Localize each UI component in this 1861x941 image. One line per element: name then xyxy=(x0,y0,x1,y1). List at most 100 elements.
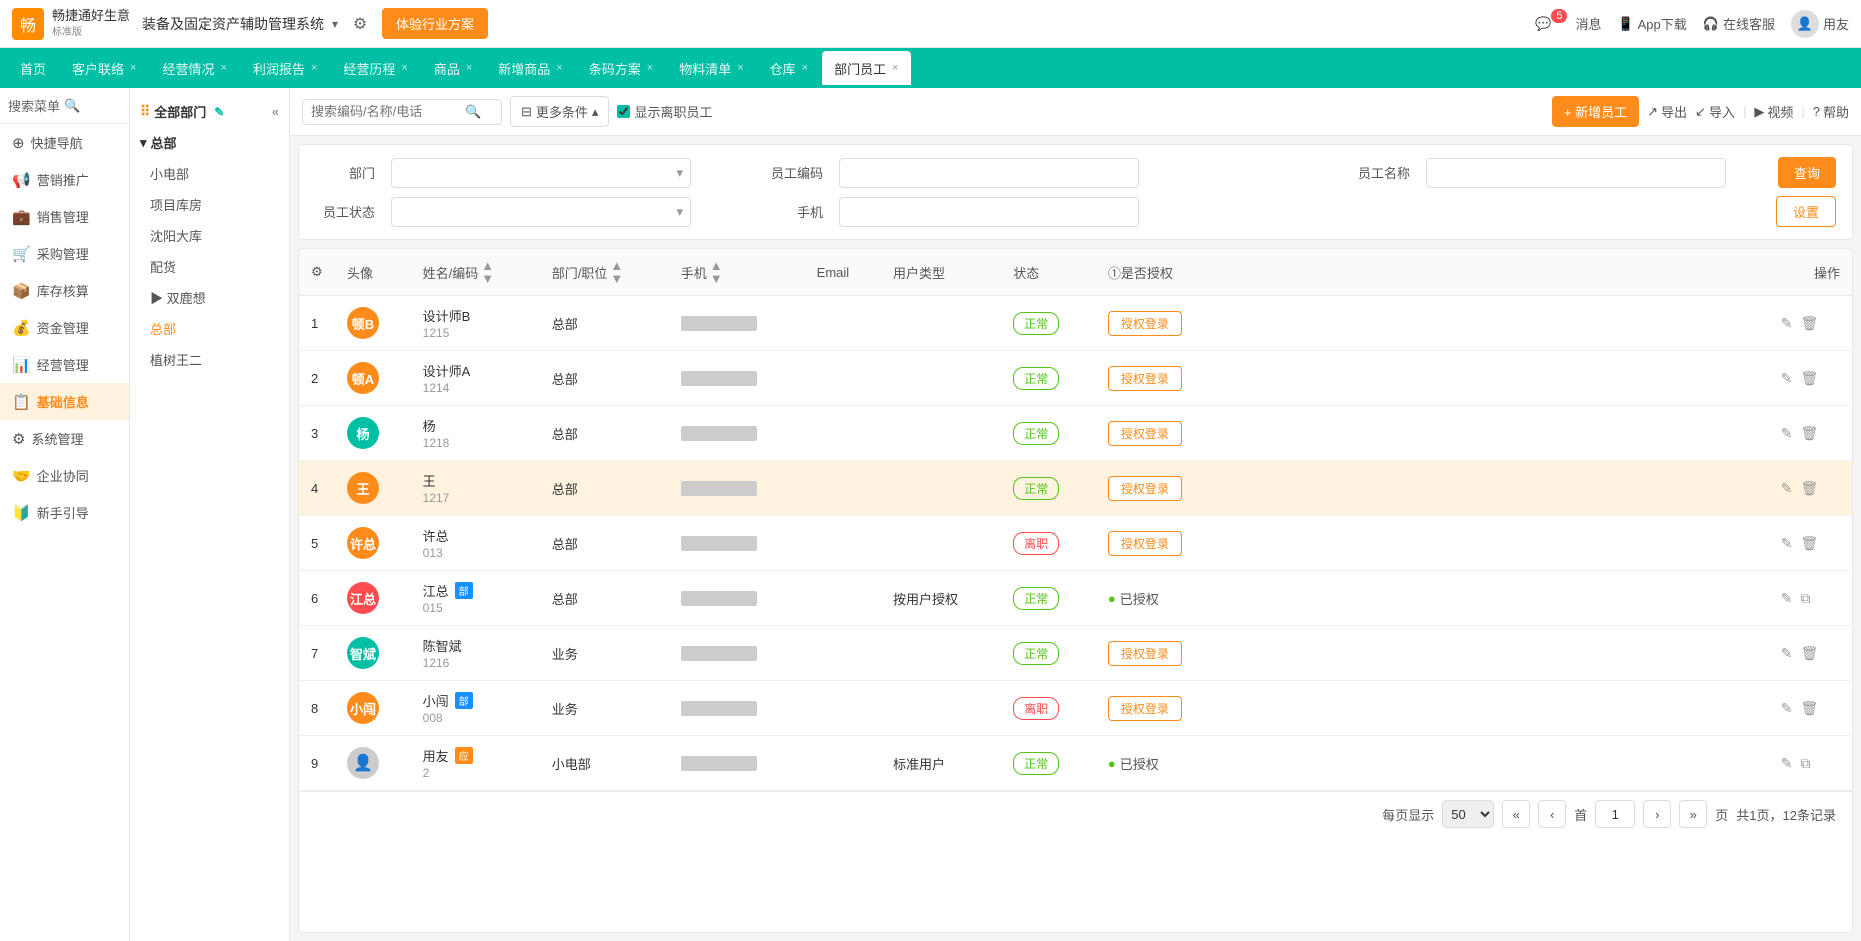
edit-icon[interactable]: ✎ xyxy=(1781,535,1793,552)
status-select-wrap[interactable] xyxy=(391,197,691,227)
tree-item-zhishu[interactable]: 植树王二 xyxy=(130,344,289,375)
tab-goods[interactable]: 商品× xyxy=(422,51,484,85)
auth-login-btn[interactable]: 授权登录 xyxy=(1108,476,1182,501)
tab-deptstaff-close[interactable]: × xyxy=(892,62,898,74)
tab-warehouse[interactable]: 仓库× xyxy=(758,51,820,85)
tab-barcode[interactable]: 条码方案× xyxy=(577,51,665,85)
edit-icon[interactable]: ✎ xyxy=(1781,370,1793,387)
delete-icon[interactable]: 🗑 xyxy=(1801,315,1819,332)
tree-collapse-btn[interactable]: « xyxy=(272,104,279,119)
auth-login-btn[interactable]: 授权登录 xyxy=(1108,531,1182,556)
user-item[interactable]: 👤 用友 xyxy=(1791,10,1849,38)
tree-item-shuanglu[interactable]: ▶ 双鹿想 xyxy=(130,282,289,313)
tree-item-xiangmu[interactable]: 项目库房 xyxy=(130,189,289,220)
delete-icon[interactable]: 🗑 xyxy=(1801,370,1819,387)
code-filter-input[interactable] xyxy=(839,158,1139,188)
sidebar-item-system[interactable]: ⚙ 系统管理 xyxy=(0,420,129,457)
tab-barcode-close[interactable]: × xyxy=(647,62,653,74)
sidebar-item-marketing[interactable]: 📢 营销推广 xyxy=(0,161,129,198)
delete-icon[interactable]: 🗑 xyxy=(1801,480,1819,497)
sidebar-item-sales[interactable]: 💼 销售管理 xyxy=(0,198,129,235)
name-filter-input[interactable] xyxy=(1426,158,1726,188)
tab-bom[interactable]: 物料清单× xyxy=(667,51,755,85)
auth-login-btn[interactable]: 授权登录 xyxy=(1108,421,1182,446)
add-employee-btn[interactable]: + 新增员工 xyxy=(1552,96,1639,127)
show-resigned-label[interactable]: 显示离职员工 xyxy=(617,102,712,121)
tab-history-close[interactable]: × xyxy=(401,62,407,74)
sidebar-item-basic-info[interactable]: 📋 基础信息 xyxy=(0,383,129,420)
delete-icon[interactable]: 🗑 xyxy=(1801,645,1819,662)
tab-customer-close[interactable]: × xyxy=(130,62,136,74)
tab-addgoods-close[interactable]: × xyxy=(556,62,562,74)
dept-select-wrap[interactable] xyxy=(391,158,691,188)
delete-icon[interactable]: 🗑 xyxy=(1801,535,1819,552)
sidebar-item-quick-nav[interactable]: ⊕ 快捷导航 xyxy=(0,124,129,161)
edit-icon[interactable]: ✎ xyxy=(1781,590,1793,607)
online-service-item[interactable]: 🎧 在线客服 xyxy=(1703,14,1775,33)
video-btn[interactable]: ▶ 视频 xyxy=(1754,102,1793,121)
next-page-btn[interactable]: › xyxy=(1643,800,1671,828)
system-dropdown-arrow[interactable]: ▾ xyxy=(332,17,338,31)
sidebar-item-guide[interactable]: 🔰 新手引导 xyxy=(0,494,129,531)
delete-icon[interactable]: 🗑 xyxy=(1801,425,1819,442)
auth-login-btn[interactable]: 授权登录 xyxy=(1108,366,1182,391)
delete-icon[interactable]: 🗑 xyxy=(1801,700,1819,717)
tab-profit[interactable]: 利润报告× xyxy=(241,51,329,85)
tree-edit-icon[interactable]: ✎ xyxy=(214,105,224,119)
first-page-btn[interactable]: « xyxy=(1502,800,1530,828)
phone-filter-input[interactable] xyxy=(839,197,1139,227)
search-wrap[interactable]: 🔍 xyxy=(302,99,502,125)
tree-item-xiaodian[interactable]: 小电部 xyxy=(130,158,289,189)
tree-item-peihuo[interactable]: 配货 xyxy=(130,251,289,282)
sidebar-item-inventory[interactable]: 📦 库存核算 xyxy=(0,272,129,309)
query-btn[interactable]: 查询 xyxy=(1778,157,1836,188)
sidebar-item-operations[interactable]: 📊 经营管理 xyxy=(0,346,129,383)
col-name[interactable]: 姓名/编码 ▲▼ xyxy=(411,249,540,296)
copy-icon[interactable]: ⧉ xyxy=(1801,755,1811,772)
import-btn[interactable]: ↙ 导入 xyxy=(1695,102,1735,121)
tree-item-shenyang[interactable]: 沈阳大库 xyxy=(130,220,289,251)
more-filter-btn[interactable]: ⊟ 更多条件 ▴ xyxy=(510,96,609,127)
tree-group-zongbu[interactable]: ▾ 总部 xyxy=(130,127,289,158)
tab-add-goods[interactable]: 新增商品× xyxy=(486,51,574,85)
edit-icon[interactable]: ✎ xyxy=(1781,700,1793,717)
tab-bom-close[interactable]: × xyxy=(737,62,743,74)
edit-icon[interactable]: ✎ xyxy=(1781,425,1793,442)
edit-icon[interactable]: ✎ xyxy=(1781,645,1793,662)
edit-icon[interactable]: ✎ xyxy=(1781,480,1793,497)
per-page-select[interactable]: 50 100 200 xyxy=(1442,800,1494,828)
search-input[interactable] xyxy=(311,104,461,119)
tab-profit-close[interactable]: × xyxy=(311,62,317,74)
tab-dept-staff[interactable]: 部门员工× xyxy=(822,51,910,85)
tree-item-zongbu[interactable]: 总部 xyxy=(130,313,289,344)
help-btn[interactable]: ? 帮助 xyxy=(1813,102,1849,121)
message-item[interactable]: 💬 5 消息 xyxy=(1535,14,1601,33)
settings-gear-button[interactable]: ⚙ xyxy=(346,10,374,38)
last-page-btn[interactable]: » xyxy=(1679,800,1707,828)
sidebar-item-enterprise[interactable]: 🤝 企业协同 xyxy=(0,457,129,494)
tab-operations[interactable]: 经营情况× xyxy=(150,51,238,85)
col-settings[interactable]: ⚙ xyxy=(299,249,335,296)
tab-history[interactable]: 经营历程× xyxy=(331,51,419,85)
tab-goods-close[interactable]: × xyxy=(466,62,472,74)
copy-icon[interactable]: ⧉ xyxy=(1801,590,1811,607)
edit-icon[interactable]: ✎ xyxy=(1781,315,1793,332)
auth-login-btn[interactable]: 授权登录 xyxy=(1108,696,1182,721)
auth-login-btn[interactable]: 授权登录 xyxy=(1108,311,1182,336)
edit-icon[interactable]: ✎ xyxy=(1781,755,1793,772)
auth-login-btn[interactable]: 授权登录 xyxy=(1108,641,1182,666)
sidebar-item-purchase[interactable]: 🛒 采购管理 xyxy=(0,235,129,272)
trial-btn[interactable]: 体验行业方案 xyxy=(382,8,488,39)
tab-home[interactable]: 首页 xyxy=(8,51,58,85)
col-phone[interactable]: 手机 ▲▼ xyxy=(669,249,805,296)
tab-operations-close[interactable]: × xyxy=(220,62,226,74)
export-btn[interactable]: ↗ 导出 xyxy=(1647,102,1687,121)
reset-btn[interactable]: 设置 xyxy=(1776,196,1836,227)
status-select[interactable] xyxy=(391,197,691,227)
sidebar-item-finance[interactable]: 💰 资金管理 xyxy=(0,309,129,346)
dept-select[interactable] xyxy=(391,158,691,188)
col-dept[interactable]: 部门/职位 ▲▼ xyxy=(540,249,669,296)
tab-warehouse-close[interactable]: × xyxy=(802,62,808,74)
sidebar-search[interactable]: 搜索菜单 🔍 xyxy=(0,88,129,124)
page-number-input[interactable] xyxy=(1595,800,1635,828)
